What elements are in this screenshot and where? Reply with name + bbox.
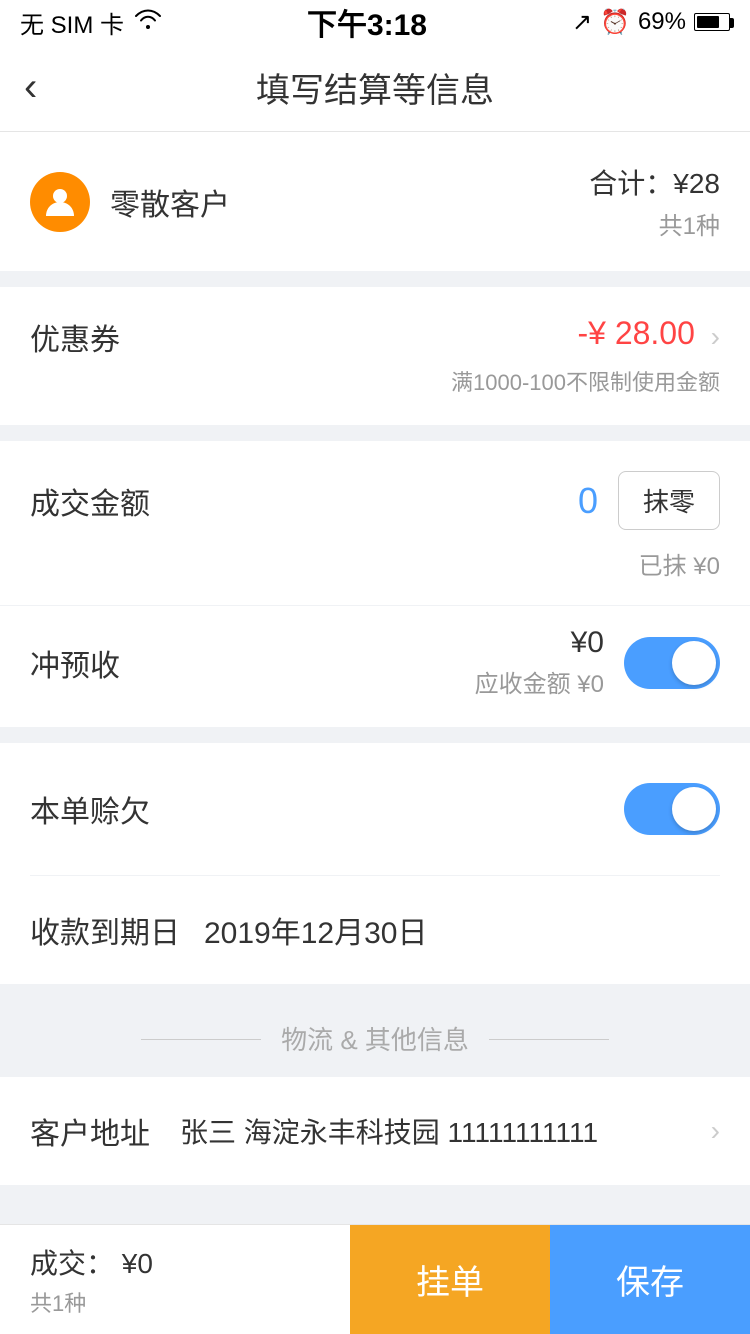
wifi-icon <box>134 8 162 36</box>
customer-name: 零散客户 <box>110 180 230 224</box>
coupon-card[interactable]: 优惠券 -¥ 28.00 › 满1000-100不限制使用金额 <box>0 287 750 425</box>
battery-icon <box>694 13 730 31</box>
address-label: 客户地址 <box>30 1109 150 1153</box>
user-icon <box>42 184 78 220</box>
prereceive-sub: 应收金额 ¥0 <box>475 664 604 699</box>
duedate-row: 收款到期日 2019年12月30日 <box>0 876 750 984</box>
customer-right: 合计：¥28 共1种 <box>589 162 720 241</box>
debt-toggle[interactable] <box>624 783 720 835</box>
address-card[interactable]: 客户地址 张三 海淀永丰科技园 11111111111 › <box>0 1077 750 1185</box>
duedate-value: 2019年12月30日 <box>204 908 427 952</box>
bottom-summary: 成交： ¥0 共1种 <box>0 1242 350 1318</box>
amount-label: 成交金额 <box>30 479 150 523</box>
address-value: 张三 海淀永丰科技园 11111111111 <box>180 1111 701 1151</box>
toggle-knob <box>672 641 716 685</box>
location-icon: ↗ <box>572 8 592 37</box>
customer-left: 零散客户 <box>30 172 230 232</box>
prereceive-label: 冲预收 <box>30 641 120 685</box>
page-title: 填写结算等信息 <box>256 63 494 112</box>
duedate-label: 收款到期日 <box>30 908 180 952</box>
total-amount: 合计：¥28 <box>589 162 720 202</box>
logistics-header: 物流 & 其他信息 <box>0 1000 750 1077</box>
alarm-icon: ⏰ <box>600 8 630 37</box>
logistics-header-text: 物流 & 其他信息 <box>261 1020 489 1057</box>
prereceive-row: 冲预收 ¥0 应收金额 ¥0 <box>0 606 750 727</box>
debt-toggle-knob <box>672 787 716 831</box>
status-bar-time: 下午3:18 <box>307 0 427 44</box>
amount-input[interactable]: 0 <box>558 480 598 522</box>
avatar <box>30 172 90 232</box>
amount-sub-row: 已抹 ¥0 <box>0 546 750 605</box>
debt-card: 本单赊欠 收款到期日 2019年12月30日 <box>0 743 750 984</box>
bottom-summary-amount: 成交： ¥0 <box>30 1242 320 1282</box>
prereceive-right: ¥0 应收金额 ¥0 <box>475 626 720 699</box>
address-row[interactable]: 客户地址 张三 海淀永丰科技园 11111111111 › <box>0 1077 750 1185</box>
amount-already-rounded: 已抹 ¥0 <box>639 546 720 581</box>
save-button[interactable]: 保存 <box>550 1225 750 1334</box>
coupon-top: 优惠券 -¥ 28.00 › <box>30 315 720 359</box>
bottom-summary-count: 共1种 <box>30 1286 320 1318</box>
back-button[interactable]: ‹ <box>24 65 37 110</box>
round-zero-button[interactable]: 抹零 <box>618 471 720 530</box>
amount-section: 成交金额 0 抹零 已抹 ¥0 冲预收 ¥0 应收金额 ¥0 <box>0 441 750 727</box>
sim-text: 无 SIM 卡 <box>20 5 124 40</box>
coupon-desc: 满1000-100不限制使用金额 <box>451 370 720 395</box>
status-bar: 无 SIM 卡 下午3:18 ↗ ⏰ 69% <box>0 0 750 44</box>
coupon-label: 优惠券 <box>30 315 120 359</box>
debt-label: 本单赊欠 <box>30 787 150 831</box>
address-chevron-icon: › <box>711 1115 720 1147</box>
status-bar-left: 无 SIM 卡 <box>20 5 162 40</box>
battery-percent: 69% <box>638 8 686 36</box>
coupon-amount: -¥ 28.00 <box>577 315 694 351</box>
debt-row: 本单赊欠 <box>0 743 750 875</box>
hang-order-button[interactable]: 挂单 <box>350 1225 550 1334</box>
prereceive-values: ¥0 应收金额 ¥0 <box>475 626 604 699</box>
prereceive-amount: ¥0 <box>475 626 604 660</box>
main-content: 零散客户 合计：¥28 共1种 优惠券 -¥ 28.00 › 满1000-100… <box>0 132 750 1321</box>
status-bar-right: ↗ ⏰ 69% <box>572 8 730 37</box>
prereceive-toggle[interactable] <box>624 637 720 689</box>
coupon-right: -¥ 28.00 › <box>577 315 720 353</box>
bottom-bar: 成交： ¥0 共1种 挂单 保存 <box>0 1224 750 1334</box>
amount-row: 成交金额 0 抹零 <box>0 441 750 546</box>
nav-bar: ‹ 填写结算等信息 <box>0 44 750 132</box>
customer-card: 零散客户 合计：¥28 共1种 <box>0 132 750 271</box>
customer-row: 零散客户 合计：¥28 共1种 <box>0 132 750 271</box>
coupon-row[interactable]: 优惠券 -¥ 28.00 › 满1000-100不限制使用金额 <box>0 287 750 425</box>
total-count: 共1种 <box>589 206 720 241</box>
chevron-right-icon: › <box>711 321 720 352</box>
amount-right: 0 抹零 <box>558 471 720 530</box>
